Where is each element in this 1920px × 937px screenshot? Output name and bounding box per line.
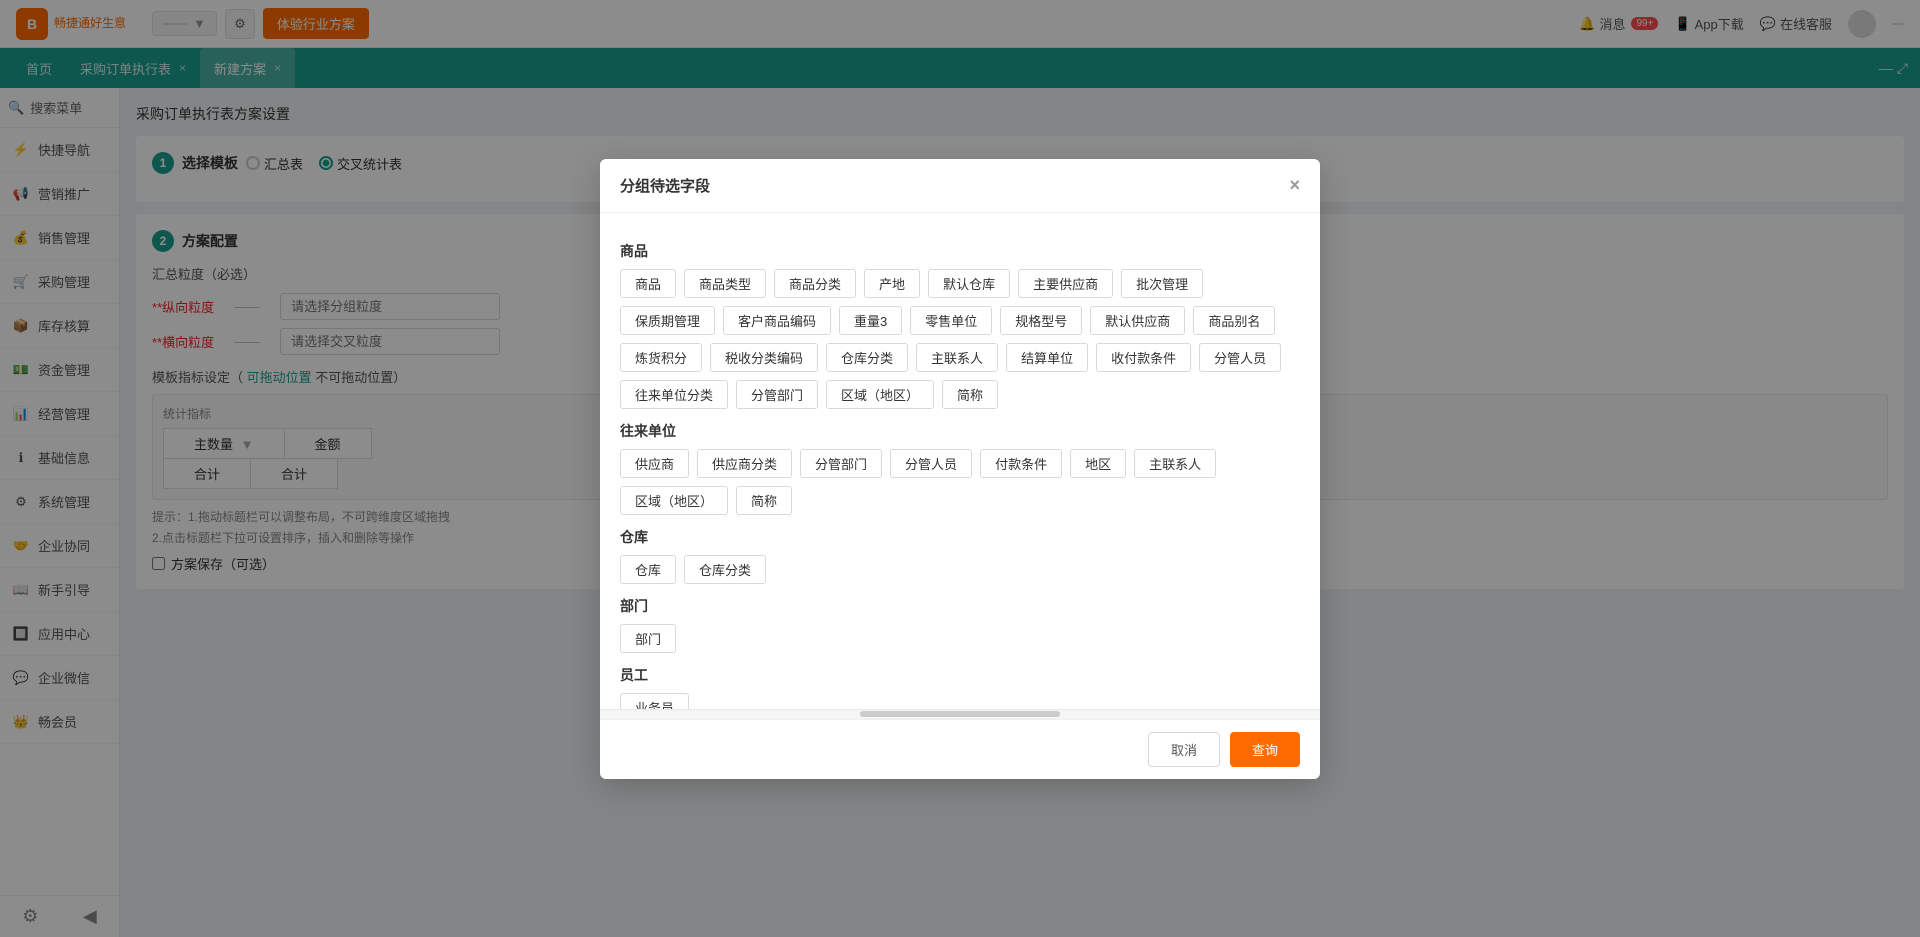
section-partner-tags: 供应商 供应商分类 分管部门 分管人员 付款条件 地区 主联系人 区域（地区） … [620,449,1300,515]
field-tag[interactable]: 区域（地区） [620,486,728,515]
field-tag[interactable]: 商品 [620,269,676,298]
section-dept-title: 部门 [620,596,1300,616]
field-tag[interactable]: 默认仓库 [928,269,1010,298]
section-warehouse-tags: 仓库 仓库分类 [620,555,1300,584]
field-tag[interactable]: 收付款条件 [1096,343,1191,372]
field-tag[interactable]: 简称 [736,486,792,515]
section-dept-tags: 部门 [620,624,1300,653]
field-tag[interactable]: 产地 [864,269,920,298]
field-tag[interactable]: 结算单位 [1006,343,1088,372]
section-partner-title: 往来单位 [620,421,1300,441]
field-tag[interactable]: 仓库 [620,555,676,584]
modal-footer: 取消 查询 [600,719,1320,779]
modal-body: 商品 商品 商品类型 商品分类 产地 默认仓库 主要供应商 批次管理 保质期管理… [600,213,1320,710]
section-employee-title: 员工 [620,665,1300,685]
modal-horizontal-scroll[interactable] [600,709,1320,718]
field-tag[interactable]: 税收分类编码 [710,343,818,372]
section-goods-tags: 商品 商品类型 商品分类 产地 默认仓库 主要供应商 批次管理 保质期管理 客户… [620,269,1300,409]
field-tag[interactable]: 付款条件 [980,449,1062,478]
field-tag[interactable]: 分管人员 [1199,343,1281,372]
field-tag[interactable]: 仓库分类 [826,343,908,372]
section-employee-tags: 业务员 [620,693,1300,710]
field-tag[interactable]: 商品分类 [774,269,856,298]
field-tag[interactable]: 商品别名 [1193,306,1275,335]
modal-title: 分组待选字段 [620,175,710,196]
field-tag[interactable]: 供应商 [620,449,689,478]
field-tag[interactable]: 简称 [942,380,998,409]
field-tag[interactable]: 零售单位 [910,306,992,335]
field-tag[interactable]: 分管部门 [800,449,882,478]
field-tag[interactable]: 往来单位分类 [620,380,728,409]
section-goods-title: 商品 [620,241,1300,261]
field-tag[interactable]: 批次管理 [1121,269,1203,298]
field-tag[interactable]: 分管人员 [890,449,972,478]
modal-close-button[interactable]: × [1289,175,1300,196]
field-tag[interactable]: 仓库分类 [684,555,766,584]
field-tag[interactable]: 主联系人 [916,343,998,372]
section-warehouse-title: 仓库 [620,527,1300,547]
hscroll-thumb [860,711,1060,717]
field-selection-modal: 分组待选字段 × 商品 商品 商品类型 商品分类 产地 默认仓库 主要供应商 批… [600,159,1320,779]
field-tag[interactable]: 分管部门 [736,380,818,409]
modal-overlay: 分组待选字段 × 商品 商品 商品类型 商品分类 产地 默认仓库 主要供应商 批… [0,0,1920,937]
field-tag[interactable]: 规格型号 [1000,306,1082,335]
field-tag[interactable]: 地区 [1070,449,1126,478]
modal-header: 分组待选字段 × [600,159,1320,213]
field-tag[interactable]: 主联系人 [1134,449,1216,478]
field-tag[interactable]: 默认供应商 [1090,306,1185,335]
field-tag[interactable]: 区域（地区） [826,380,934,409]
confirm-button[interactable]: 查询 [1230,732,1300,767]
field-tag[interactable]: 主要供应商 [1018,269,1113,298]
field-tag[interactable]: 保质期管理 [620,306,715,335]
field-tag[interactable]: 业务员 [620,693,689,710]
cancel-button[interactable]: 取消 [1148,732,1220,767]
field-tag[interactable]: 炼货积分 [620,343,702,372]
field-tag[interactable]: 商品类型 [684,269,766,298]
field-tag[interactable]: 部门 [620,624,676,653]
field-tag[interactable]: 客户商品编码 [723,306,831,335]
field-tag[interactable]: 重量3 [839,306,902,335]
field-tag[interactable]: 供应商分类 [697,449,792,478]
